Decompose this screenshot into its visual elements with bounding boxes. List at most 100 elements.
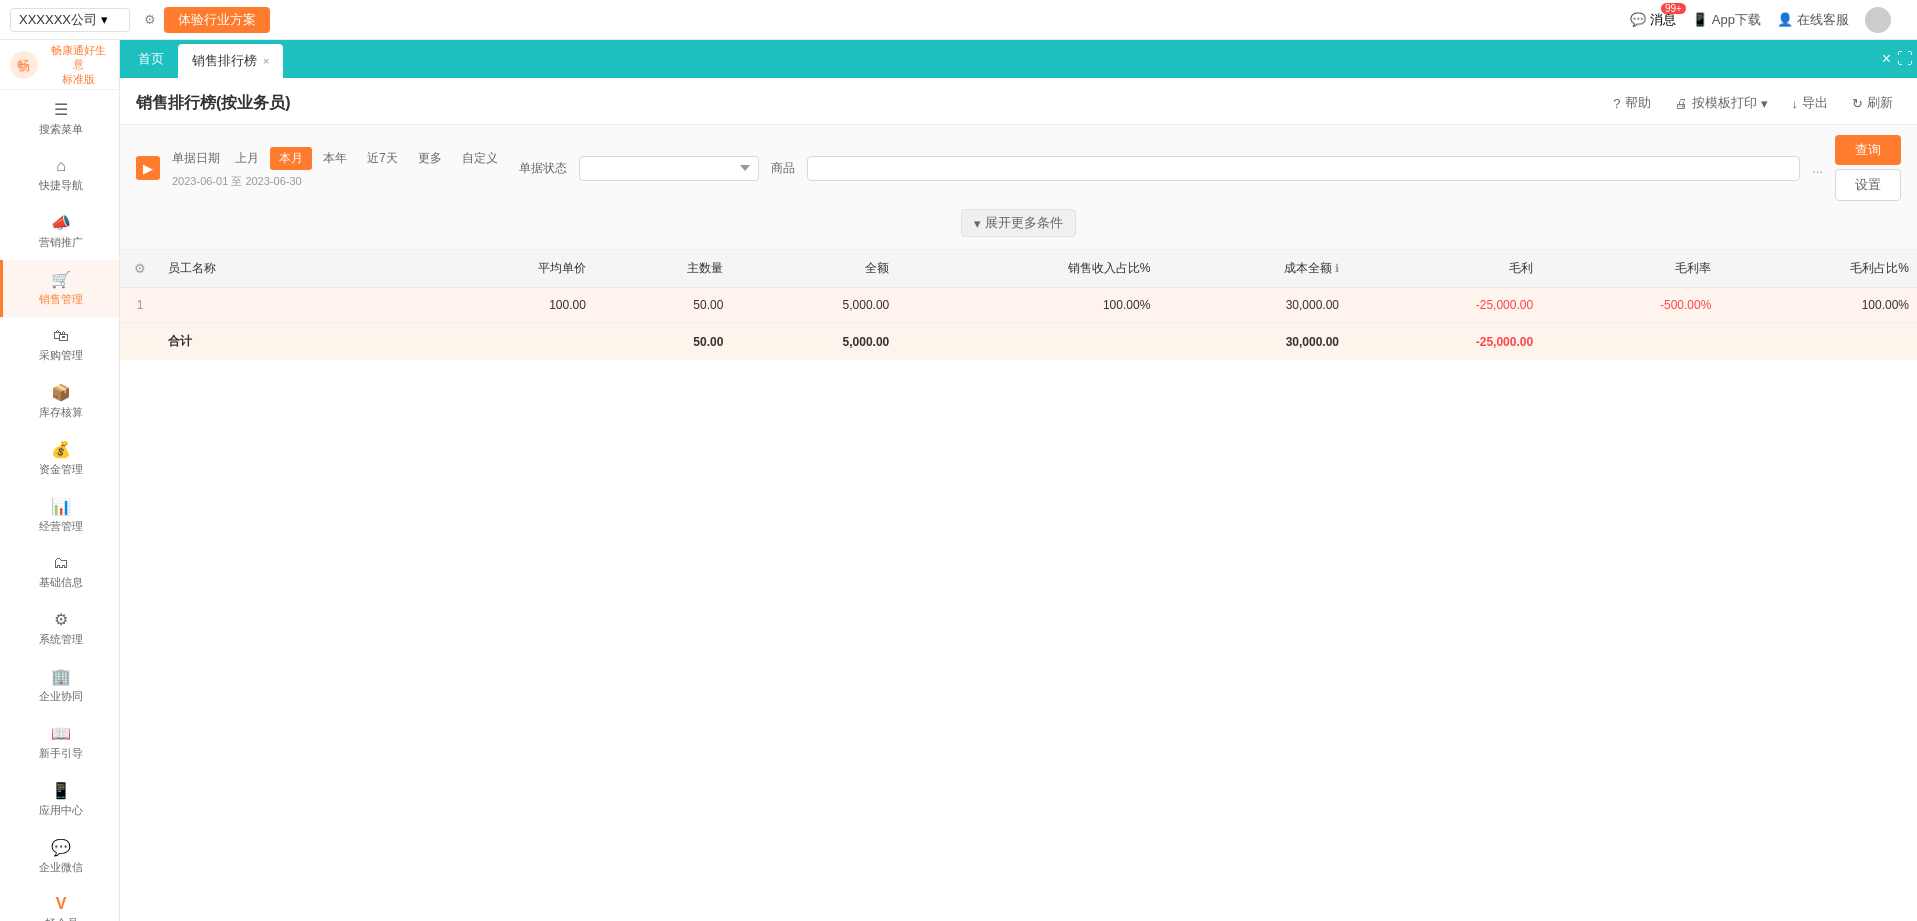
footer-empty-1 bbox=[120, 323, 160, 361]
fullscreen-button[interactable]: ⛶ bbox=[1897, 50, 1913, 68]
cell-name bbox=[160, 288, 425, 323]
sidebar-item-search[interactable]: ☰ 搜索菜单 bbox=[0, 90, 119, 147]
sidebar-item-system[interactable]: ⚙ 系统管理 bbox=[0, 600, 119, 657]
sidebar-item-sales[interactable]: 🛒 销售管理 bbox=[0, 260, 119, 317]
query-button[interactable]: 查询 bbox=[1835, 135, 1901, 165]
filter-area: ▶ 单据日期 上月 本月 本年 近7天 更多 自定义 bbox=[120, 125, 1917, 250]
tab-sales-rank[interactable]: 销售排行榜 × bbox=[178, 44, 283, 78]
date-tab-this-month[interactable]: 本月 bbox=[270, 147, 312, 170]
col-settings-icon[interactable]: ⚙ bbox=[134, 261, 146, 276]
sidebar-item-finance[interactable]: 💰 资金管理 bbox=[0, 430, 119, 487]
export-button[interactable]: ↓ 导出 bbox=[1784, 90, 1837, 116]
app-download-button[interactable]: 📱 App下载 bbox=[1692, 11, 1761, 29]
service-icon: 👤 bbox=[1777, 12, 1793, 27]
query-actions: 查询 设置 bbox=[1835, 135, 1901, 201]
sidebar-item-basic[interactable]: 🗂 基础信息 bbox=[0, 544, 119, 600]
table-row: 1 100.00 50.00 5,000.00 100.00% 30,000.0… bbox=[120, 288, 1917, 323]
goods-label: 商品 bbox=[771, 160, 795, 177]
footer-amount: 5,000.00 bbox=[731, 323, 897, 361]
table-wrapper: ⚙ 员工名称 平均单价 主数量 全额 销售收入占比% 成本全额 ℹ 毛利 毛利率 bbox=[120, 250, 1917, 921]
cell-main-qty: 50.00 bbox=[594, 288, 732, 323]
marketing-icon: 📣 bbox=[51, 213, 71, 232]
company-selector[interactable]: XXXXXX公司 ▾ bbox=[10, 8, 130, 32]
status-select[interactable] bbox=[579, 156, 759, 181]
sidebar-item-guide[interactable]: 📖 新手引导 bbox=[0, 714, 119, 771]
filter-expand-button[interactable]: ▶ bbox=[136, 156, 160, 180]
system-icon: ⚙ bbox=[54, 610, 68, 629]
sidebar-item-marketing[interactable]: 📣 营销推广 bbox=[0, 203, 119, 260]
print-chevron-icon: ▾ bbox=[1761, 96, 1768, 111]
more-filters-ellipsis[interactable]: ... bbox=[1812, 161, 1823, 176]
sales-rank-table: ⚙ 员工名称 平均单价 主数量 全额 销售收入占比% 成本全额 ℹ 毛利 毛利率 bbox=[120, 250, 1917, 360]
export-icon: ↓ bbox=[1792, 96, 1799, 111]
date-tab-more[interactable]: 更多 bbox=[409, 147, 451, 170]
sidebar-item-app[interactable]: 📱 应用中心 bbox=[0, 771, 119, 828]
filter-row-1: ▶ 单据日期 上月 本月 本年 近7天 更多 自定义 bbox=[136, 135, 1901, 201]
header-actions: ? 帮助 🖨 按模板打印 ▾ ↓ 导出 ↻ 刷新 bbox=[1605, 90, 1901, 116]
help-button[interactable]: ? 帮助 bbox=[1605, 90, 1658, 116]
cell-amount: 5,000.00 bbox=[731, 288, 897, 323]
expand-more-button[interactable]: ▾ 展开更多条件 bbox=[961, 209, 1076, 237]
footer-main-qty: 50.00 bbox=[594, 323, 732, 361]
app-center-icon: 📱 bbox=[51, 781, 71, 800]
close-window-button[interactable]: × bbox=[1882, 50, 1891, 68]
print-icon: 🖨 bbox=[1675, 96, 1688, 111]
tab-home[interactable]: 首页 bbox=[124, 40, 178, 78]
date-tab-this-year[interactable]: 本年 bbox=[314, 147, 356, 170]
sidebar-item-shortcut[interactable]: ⌂ 快捷导航 bbox=[0, 147, 119, 203]
sidebar-logo: 畅 畅康通好生意标准版 bbox=[0, 40, 119, 90]
page-header: 销售排行榜(按业务员) ? 帮助 🖨 按模板打印 ▾ ↓ 导出 bbox=[120, 78, 1917, 125]
sidebar-item-purchase[interactable]: 🛍 采购管理 bbox=[0, 317, 119, 373]
date-tab-last-month[interactable]: 上月 bbox=[226, 147, 268, 170]
col-settings[interactable]: ⚙ bbox=[120, 250, 160, 288]
cost-info-icon[interactable]: ℹ bbox=[1335, 262, 1339, 274]
message-button[interactable]: 💬 消息 99+ bbox=[1630, 11, 1676, 29]
footer-gross: -25,000.00 bbox=[1347, 323, 1541, 361]
cell-avg-price: 100.00 bbox=[425, 288, 594, 323]
sales-icon: 🛒 bbox=[51, 270, 71, 289]
top-bar: XXXXXX公司 ▾ ⚙ 体验行业方案 💬 消息 99+ 📱 App下载 👤 在… bbox=[0, 0, 1917, 40]
goods-input[interactable] bbox=[807, 156, 1800, 181]
sidebar-item-enterprise[interactable]: 🏢 企业协同 bbox=[0, 657, 119, 714]
sidebar-item-operation[interactable]: 📊 经营管理 bbox=[0, 487, 119, 544]
sidebar-item-inventory[interactable]: 📦 库存核算 bbox=[0, 373, 119, 430]
sidebar-item-member[interactable]: V 畅会员 bbox=[0, 885, 119, 921]
col-gross: 毛利 bbox=[1347, 250, 1541, 288]
home-icon: ⌂ bbox=[56, 157, 66, 175]
cell-gross: -25,000.00 bbox=[1347, 288, 1541, 323]
message-badge: 99+ bbox=[1661, 3, 1686, 14]
cell-sales-pct: 100.00% bbox=[897, 288, 1158, 323]
company-name: XXXXXX公司 bbox=[19, 11, 97, 29]
date-tab-7days[interactable]: 近7天 bbox=[358, 147, 407, 170]
app-label: App下载 bbox=[1712, 11, 1761, 29]
footer-label: 合计 bbox=[160, 323, 425, 361]
trial-button[interactable]: 体验行业方案 bbox=[164, 7, 270, 33]
refresh-icon: ↻ bbox=[1852, 96, 1863, 111]
col-sales-pct: 销售收入占比% bbox=[897, 250, 1158, 288]
cell-rank: 1 bbox=[120, 288, 160, 323]
tab-close-icon[interactable]: × bbox=[263, 55, 269, 67]
content-area: 首页 销售排行榜 × × ⛶ 销售排行榜(按业务员) ? 帮助 bbox=[120, 40, 1917, 921]
setting-button[interactable]: 设置 bbox=[1835, 169, 1901, 201]
cell-gross-rate: -500.00% bbox=[1541, 288, 1719, 323]
refresh-button[interactable]: ↻ 刷新 bbox=[1844, 90, 1901, 116]
operation-icon: 📊 bbox=[51, 497, 71, 516]
date-range-display: 2023-06-01 至 2023-06-30 bbox=[172, 174, 507, 189]
footer-gross-rate bbox=[1541, 323, 1719, 361]
finance-icon: 💰 bbox=[51, 440, 71, 459]
sales-rank-tab-label: 销售排行榜 bbox=[192, 52, 257, 70]
help-icon: ? bbox=[1613, 96, 1620, 111]
print-button[interactable]: 🖨 按模板打印 ▾ bbox=[1667, 90, 1776, 116]
sidebar-item-wechat[interactable]: 💬 企业微信 bbox=[0, 828, 119, 885]
online-service-button[interactable]: 👤 在线客服 bbox=[1777, 11, 1849, 29]
avatar[interactable] bbox=[1865, 7, 1891, 33]
page-title: 销售排行榜(按业务员) bbox=[136, 93, 291, 114]
app-icon: 📱 bbox=[1692, 12, 1708, 27]
main-layout: 畅 畅康通好生意标准版 ☰ 搜索菜单 ⌂ 快捷导航 📣 营销推广 🛒 销售管理 … bbox=[0, 40, 1917, 921]
date-tab-custom[interactable]: 自定义 bbox=[453, 147, 507, 170]
logo-text: 畅康通好生意标准版 bbox=[46, 43, 111, 86]
help-label: 帮助 bbox=[1625, 94, 1651, 112]
enterprise-icon: 🏢 bbox=[51, 667, 71, 686]
tab-bar: 首页 销售排行榜 × × ⛶ bbox=[120, 40, 1917, 78]
settings-icon[interactable]: ⚙ bbox=[144, 12, 156, 27]
